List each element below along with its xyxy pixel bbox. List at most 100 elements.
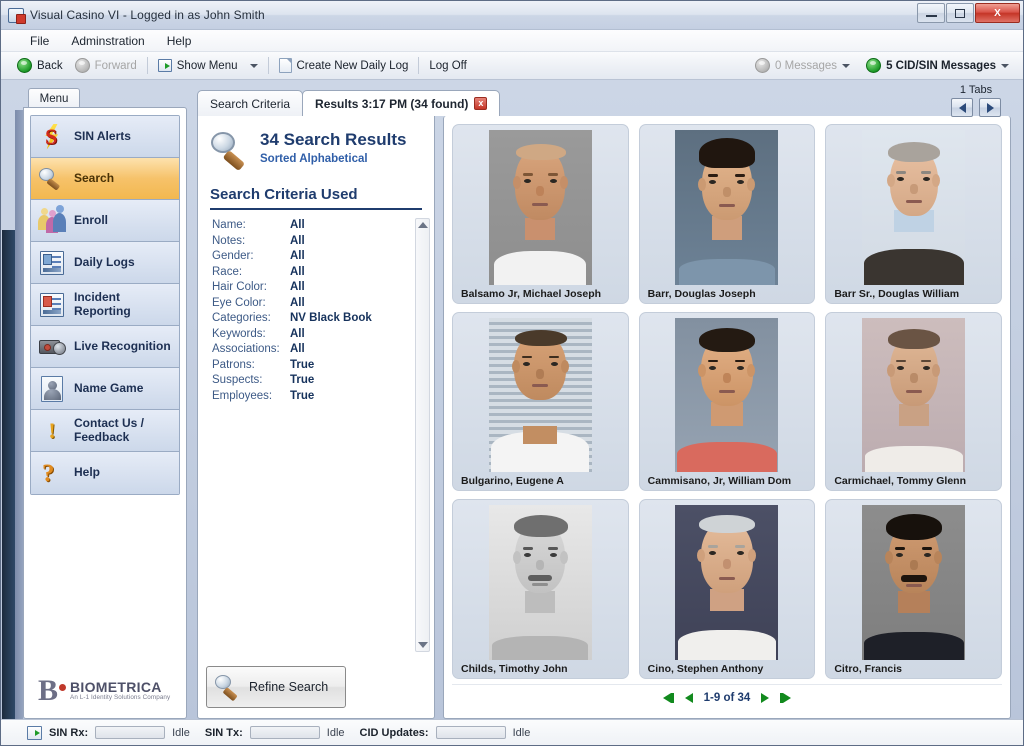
page-range-label: 1-9 of 34 bbox=[704, 692, 751, 704]
sidebar-item-search[interactable]: Search bbox=[31, 158, 179, 200]
first-page-icon[interactable] bbox=[663, 693, 674, 703]
cid-updates-status: Idle bbox=[513, 727, 531, 739]
result-name: Cammisano, Jr, William Dom bbox=[644, 472, 793, 487]
toolbar: Back Forward Show Menu Create New Daily … bbox=[1, 52, 1023, 80]
criteria-scrollbar[interactable] bbox=[415, 218, 430, 652]
sidebar-item-help[interactable]: ? Help bbox=[31, 452, 179, 494]
people-group-icon bbox=[37, 206, 67, 236]
criteria-key: Eye Color: bbox=[212, 296, 290, 312]
close-icon[interactable]: x bbox=[474, 97, 487, 110]
sin-rx-label: SIN Rx: bbox=[49, 727, 88, 739]
criteria-value: NV Black Book bbox=[290, 311, 372, 327]
log-off-button[interactable]: Log Off bbox=[423, 58, 473, 74]
back-button[interactable]: Back bbox=[11, 56, 69, 75]
cid-messages-icon bbox=[866, 58, 881, 73]
criteria-key: Employees: bbox=[212, 389, 290, 405]
tab-search-criteria[interactable]: Search Criteria bbox=[197, 90, 303, 116]
messages-label: 0 Messages bbox=[775, 60, 837, 72]
mugshot-photo bbox=[862, 505, 965, 660]
result-card[interactable]: Balsamo Jr, Michael Joseph bbox=[452, 124, 629, 304]
arrow-left-icon[interactable] bbox=[951, 98, 973, 117]
criteria-value: All bbox=[290, 342, 305, 358]
sidebar-item-enroll[interactable]: Enroll bbox=[31, 200, 179, 242]
refine-search-button[interactable]: Refine Search bbox=[206, 666, 346, 708]
criteria-key: Suspects: bbox=[212, 373, 290, 389]
magnifier-icon bbox=[215, 674, 241, 700]
arrow-right-icon[interactable] bbox=[979, 98, 1001, 117]
criteria-value: True bbox=[290, 373, 314, 389]
scroll-up-icon[interactable] bbox=[418, 222, 428, 228]
mugshot-photo bbox=[675, 505, 778, 660]
sidebar-item-daily-logs[interactable]: Daily Logs bbox=[31, 242, 179, 284]
result-card[interactable]: Barr Sr., Douglas William bbox=[825, 124, 1002, 304]
back-icon bbox=[17, 58, 32, 73]
video-camera-icon bbox=[37, 332, 67, 362]
sidebar-tab-menu[interactable]: Menu bbox=[28, 88, 80, 108]
criteria-value: All bbox=[290, 265, 305, 281]
result-card[interactable]: Carmichael, Tommy Glenn bbox=[825, 312, 1002, 492]
result-name: Carmichael, Tommy Glenn bbox=[830, 472, 968, 487]
sidebar-item-label: SIN Alerts bbox=[74, 130, 131, 144]
close-button[interactable]: X bbox=[975, 3, 1020, 23]
left-accent-strip-inner bbox=[15, 110, 23, 719]
sin-rx-progress bbox=[95, 726, 165, 739]
refine-search-label: Refine Search bbox=[249, 680, 328, 694]
result-card[interactable]: Barr, Douglas Joseph bbox=[639, 124, 816, 304]
criteria-key: Name: bbox=[212, 218, 290, 234]
tab-label: Search Criteria bbox=[210, 97, 290, 111]
create-daily-log-label: Create New Daily Log bbox=[297, 60, 409, 72]
result-card[interactable]: Bulgarino, Eugene A bbox=[452, 312, 629, 492]
show-menu-dropdown[interactable] bbox=[244, 62, 264, 70]
sidebar-item-label: Name Game bbox=[74, 382, 143, 396]
forward-button[interactable]: Forward bbox=[69, 56, 143, 75]
scroll-down-icon[interactable] bbox=[418, 642, 428, 648]
criteria-row: Suspects:True bbox=[212, 373, 408, 389]
log-off-label: Log Off bbox=[429, 60, 467, 72]
sidebar-item-label: Search bbox=[74, 172, 114, 186]
show-menu-button[interactable]: Show Menu bbox=[152, 57, 244, 74]
criteria-key: Associations: bbox=[212, 342, 290, 358]
logo-mark: B bbox=[38, 677, 58, 705]
messages-button[interactable]: 0 Messages bbox=[749, 56, 856, 75]
result-card[interactable]: Citro, Francis bbox=[825, 499, 1002, 679]
window-title: Visual Casino VI - Logged in as John Smi… bbox=[30, 8, 265, 22]
menu-administration[interactable]: Adminstration bbox=[60, 31, 155, 51]
result-name: Balsamo Jr, Michael Joseph bbox=[457, 285, 603, 300]
transfer-icon bbox=[27, 726, 42, 740]
next-page-icon[interactable] bbox=[761, 693, 769, 703]
minimize-button[interactable] bbox=[917, 3, 945, 23]
sidebar-item-name-game[interactable]: Name Game bbox=[31, 368, 179, 410]
sidebar-item-incident-reporting[interactable]: Incident Reporting bbox=[31, 284, 179, 326]
mugshot-photo bbox=[489, 130, 592, 285]
menu-file[interactable]: File bbox=[19, 31, 60, 51]
sin-tx-label: SIN Tx: bbox=[205, 727, 243, 739]
sidebar-item-live-recognition[interactable]: Live Recognition bbox=[31, 326, 179, 368]
criteria-row: Employees:True bbox=[212, 389, 408, 405]
body-area: Menu S SIN Alerts Search bbox=[1, 80, 1023, 719]
sidebar-nav-list: S SIN Alerts Search Enr bbox=[30, 115, 180, 495]
criteria-section-title: Search Criteria Used bbox=[210, 186, 422, 210]
criteria-value: All bbox=[290, 218, 305, 234]
prev-page-icon[interactable] bbox=[685, 693, 693, 703]
mugshot-photo bbox=[675, 130, 778, 285]
result-card[interactable]: Cino, Stephen Anthony bbox=[639, 499, 816, 679]
create-daily-log-button[interactable]: Create New Daily Log bbox=[273, 56, 415, 75]
toolbar-separator bbox=[147, 57, 148, 74]
sidebar-item-sin-alerts[interactable]: S SIN Alerts bbox=[31, 116, 179, 158]
criteria-list: Name:All Notes:All Gender:All Race:All H… bbox=[198, 218, 434, 404]
tab-count-label: 1 Tabs bbox=[941, 84, 1011, 96]
menu-help[interactable]: Help bbox=[156, 31, 203, 51]
tab-results[interactable]: Results 3:17 PM (34 found) x bbox=[302, 90, 500, 116]
maximize-button[interactable] bbox=[946, 3, 974, 23]
exclamation-icon: ! bbox=[37, 416, 67, 446]
result-card[interactable]: Cammisano, Jr, William Dom bbox=[639, 312, 816, 492]
sidebar-item-contact-us[interactable]: ! Contact Us / Feedback bbox=[31, 410, 179, 452]
document-icon bbox=[279, 58, 292, 73]
criteria-value: All bbox=[290, 280, 305, 296]
cid-messages-button[interactable]: 5 CID/SIN Messages bbox=[860, 56, 1015, 75]
logo-name: BIOMETRICA bbox=[70, 680, 170, 695]
application-window: Visual Casino VI - Logged in as John Smi… bbox=[0, 0, 1024, 746]
result-card[interactable]: Childs, Timothy John bbox=[452, 499, 629, 679]
last-page-icon[interactable] bbox=[780, 693, 791, 703]
lightning-s-icon: S bbox=[37, 122, 67, 152]
